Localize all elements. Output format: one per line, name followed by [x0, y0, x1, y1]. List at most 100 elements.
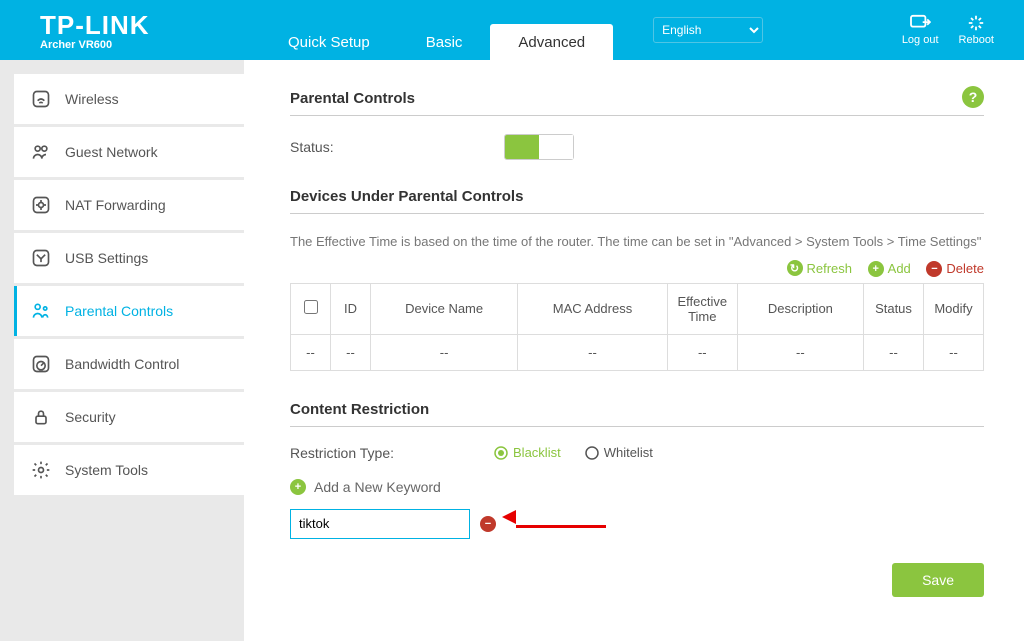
divider: [290, 426, 984, 427]
help-button[interactable]: ?: [962, 86, 984, 108]
keyword-row: −: [290, 509, 984, 539]
toggle-on-half: [505, 135, 539, 159]
top-header: TP-LINK Archer VR600 Quick Setup Basic A…: [0, 0, 1024, 60]
minus-icon: −: [926, 261, 942, 277]
cell-efftime: --: [667, 334, 737, 370]
add-keyword-label: Add a New Keyword: [314, 479, 441, 495]
add-button[interactable]: +Add: [868, 261, 911, 277]
main-tabs: Quick Setup Basic Advanced: [260, 0, 613, 60]
blacklist-option[interactable]: Blacklist: [494, 445, 561, 460]
header-actions: Log out Reboot: [902, 14, 1024, 46]
logout-button[interactable]: Log out: [902, 14, 939, 46]
tab-quick-setup[interactable]: Quick Setup: [260, 24, 398, 60]
devices-title: Devices Under Parental Controls: [290, 188, 984, 205]
security-icon: [31, 407, 51, 427]
bandwidth-icon: [31, 354, 51, 374]
content-restriction-title: Content Restriction: [290, 401, 984, 418]
col-checkbox: [291, 283, 331, 334]
col-status: Status: [864, 283, 924, 334]
brand-text: TP-LINK: [40, 10, 260, 41]
divider: [290, 213, 984, 214]
reboot-label: Reboot: [959, 34, 994, 46]
table-header-row: ID Device Name MAC Address Effective Tim…: [291, 283, 984, 334]
sidebar-label: System Tools: [65, 462, 148, 478]
guest-icon: [31, 142, 51, 162]
col-modify: Modify: [924, 283, 984, 334]
sidebar-label: Security: [65, 409, 116, 425]
restriction-label: Restriction Type:: [290, 445, 394, 461]
sidebar-item-wireless[interactable]: Wireless: [14, 74, 244, 124]
sidebar-item-guest-network[interactable]: Guest Network: [14, 127, 244, 177]
tab-advanced[interactable]: Advanced: [490, 24, 613, 60]
logout-icon: [909, 14, 931, 32]
refresh-icon: ↻: [787, 260, 803, 276]
wireless-icon: [31, 89, 51, 109]
status-label: Status:: [290, 139, 334, 155]
col-mac: MAC Address: [518, 283, 668, 334]
cell-modify: --: [924, 334, 984, 370]
cell-devname: --: [371, 334, 518, 370]
radio-unchecked-icon: [585, 446, 599, 460]
sidebar-label: Guest Network: [65, 144, 158, 160]
devices-table: ID Device Name MAC Address Effective Tim…: [290, 283, 984, 371]
radio-checked-icon: [494, 446, 508, 460]
sidebar-label: Wireless: [65, 91, 119, 107]
content-area: ? Parental Controls Status: Devices Unde…: [244, 60, 1024, 641]
page-title: Parental Controls: [290, 90, 984, 107]
col-efftime: Effective Time: [667, 283, 737, 334]
gear-icon: [31, 460, 51, 480]
plus-icon: +: [868, 261, 884, 277]
select-all-checkbox[interactable]: [304, 300, 318, 314]
annotation-arrow: [516, 516, 606, 531]
remove-keyword-button[interactable]: −: [480, 516, 496, 532]
keyword-input[interactable]: [290, 509, 470, 539]
divider: [290, 115, 984, 116]
sidebar-label: Parental Controls: [65, 303, 173, 319]
cell-status: --: [864, 334, 924, 370]
col-devname: Device Name: [371, 283, 518, 334]
sidebar-item-nat[interactable]: NAT Forwarding: [14, 180, 244, 230]
save-button[interactable]: Save: [892, 563, 984, 597]
sidebar-label: NAT Forwarding: [65, 197, 166, 213]
language-select[interactable]: English: [653, 17, 763, 43]
restriction-radio-group: Blacklist Whitelist: [494, 445, 653, 460]
col-desc: Description: [737, 283, 863, 334]
cell-check: --: [291, 334, 331, 370]
devices-note: The Effective Time is based on the time …: [290, 232, 984, 252]
usb-icon: [31, 248, 51, 268]
model-text: Archer VR600: [40, 39, 260, 51]
add-keyword-button[interactable]: + Add a New Keyword: [290, 479, 984, 495]
parental-icon: [31, 301, 51, 321]
status-row: Status:: [290, 134, 984, 160]
logout-label: Log out: [902, 34, 939, 46]
language-selector[interactable]: English: [653, 17, 763, 43]
reboot-button[interactable]: Reboot: [959, 14, 994, 46]
reboot-icon: [966, 14, 986, 32]
cell-id: --: [331, 334, 371, 370]
status-toggle[interactable]: [504, 134, 574, 160]
sidebar-item-usb[interactable]: USB Settings: [14, 233, 244, 283]
sidebar-label: Bandwidth Control: [65, 356, 179, 372]
sidebar-label: USB Settings: [65, 250, 148, 266]
save-row: Save: [290, 563, 984, 597]
refresh-button[interactable]: ↻Refresh: [787, 260, 853, 276]
sidebar-item-bandwidth[interactable]: Bandwidth Control: [14, 339, 244, 389]
sidebar-item-system-tools[interactable]: System Tools: [14, 445, 244, 495]
restriction-type-row: Restriction Type: Blacklist Whitelist: [290, 445, 984, 461]
logo-block: TP-LINK Archer VR600: [0, 10, 260, 51]
sidebar: Wireless Guest Network NAT Forwarding US…: [0, 60, 244, 641]
tab-basic[interactable]: Basic: [398, 24, 491, 60]
plus-icon: +: [290, 479, 306, 495]
body-wrap: Wireless Guest Network NAT Forwarding US…: [0, 60, 1024, 641]
col-id: ID: [331, 283, 371, 334]
delete-button[interactable]: −Delete: [926, 261, 984, 277]
cell-mac: --: [518, 334, 668, 370]
cell-desc: --: [737, 334, 863, 370]
nat-icon: [31, 195, 51, 215]
whitelist-option[interactable]: Whitelist: [585, 445, 653, 460]
toggle-off-half: [539, 135, 573, 159]
sidebar-item-security[interactable]: Security: [14, 392, 244, 442]
table-actions: ↻Refresh +Add −Delete: [290, 260, 984, 277]
table-row: -- -- -- -- -- -- -- --: [291, 334, 984, 370]
sidebar-item-parental-controls[interactable]: Parental Controls: [14, 286, 244, 336]
